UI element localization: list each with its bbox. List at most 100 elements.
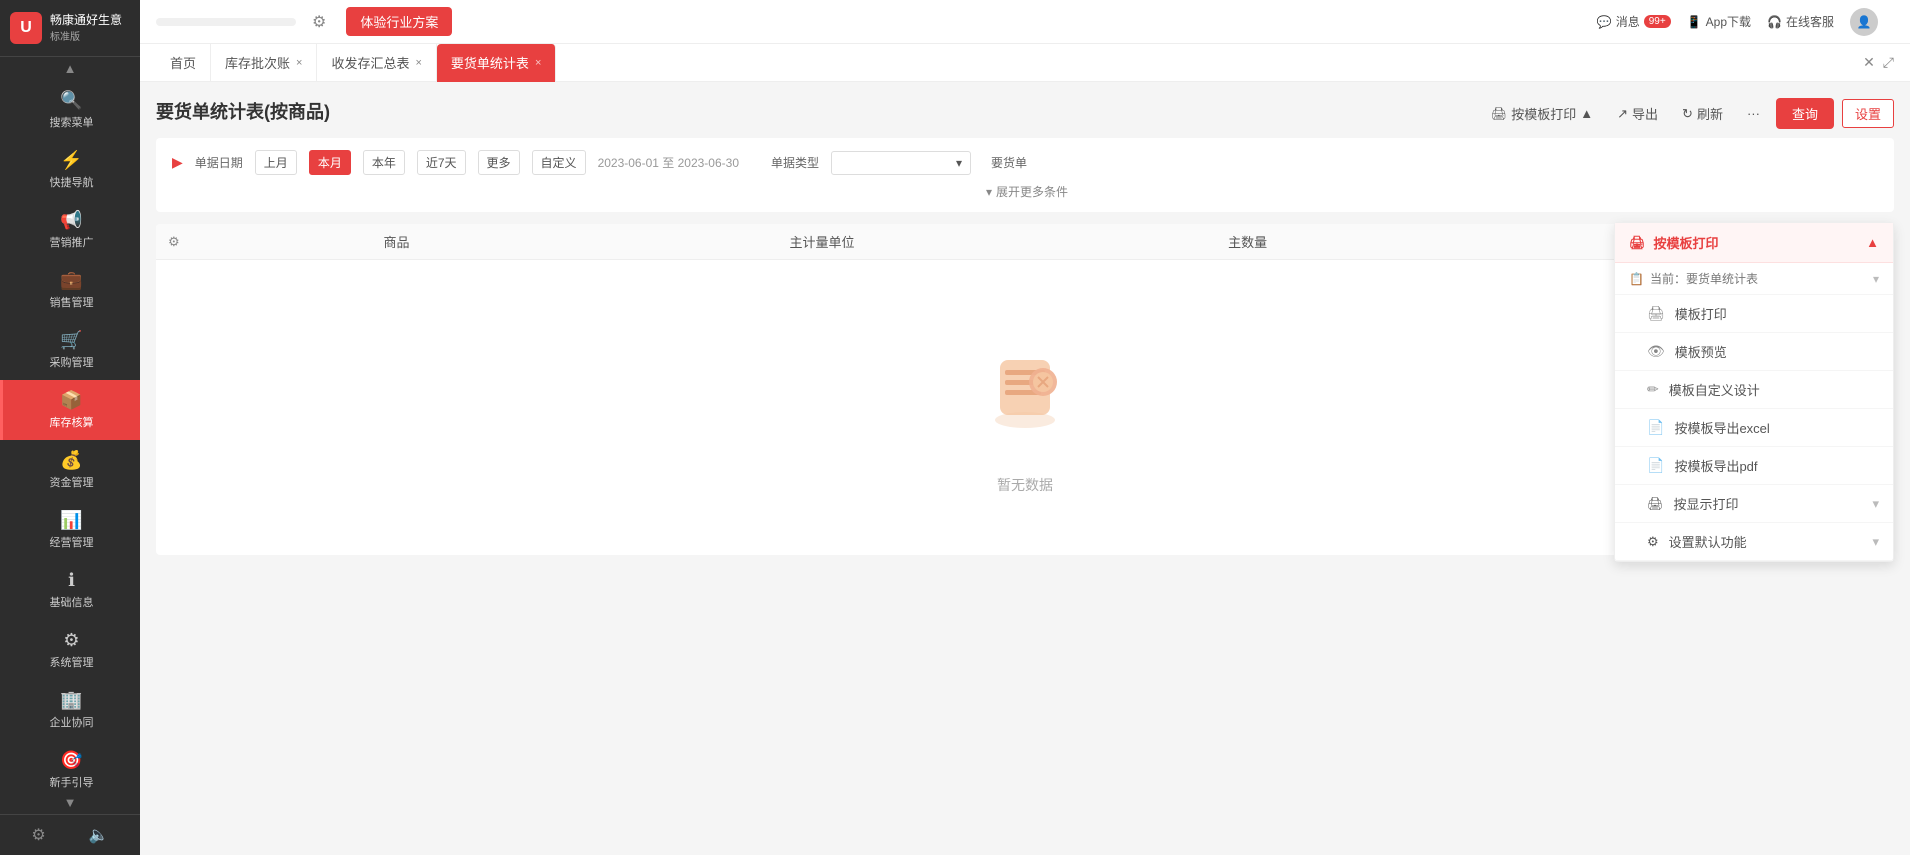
- basic-icon: ℹ: [68, 570, 75, 591]
- dropdown-item-export-pdf[interactable]: 📄 按模板导出pdf: [1615, 447, 1893, 485]
- scroll-down-btn[interactable]: ▼: [0, 791, 140, 814]
- expand-more-btn[interactable]: ▾ 展开更多条件: [982, 183, 1068, 200]
- date-range-display: 2023-06-01 至 2023-06-30: [598, 154, 739, 171]
- collapse-filter-icon[interactable]: ▶: [172, 154, 183, 171]
- settings-button[interactable]: 设置: [1842, 99, 1894, 128]
- sidebar-item-basic[interactable]: ℹ 基础信息: [0, 560, 140, 620]
- dropdown-item-template-preview[interactable]: 👁 模板预览: [1615, 333, 1893, 371]
- tab-inventory-batch-close[interactable]: ×: [296, 57, 302, 69]
- more-btn[interactable]: ···: [1739, 102, 1768, 125]
- tab-order-stats[interactable]: 要货单统计表 ×: [437, 44, 556, 82]
- sidebar-item-guide[interactable]: 🎯 新手引导: [0, 740, 140, 791]
- app-download-btn[interactable]: 📱 App下载: [1687, 13, 1751, 30]
- template-design-icon: ✏: [1647, 381, 1659, 398]
- template-icon: 📋: [1629, 272, 1644, 286]
- sidebar-item-marketing[interactable]: 📢 营销推广: [0, 200, 140, 260]
- search-icon: 🔍: [60, 90, 82, 111]
- sidebar-item-label: 经营管理: [50, 534, 94, 550]
- default-func-icon: ⚙: [1647, 534, 1659, 550]
- app-download-label: App下载: [1706, 13, 1751, 30]
- current-template-label: 当前：要货单统计表: [1650, 270, 1758, 287]
- sidebar-item-inventory[interactable]: 📦 库存核算: [0, 380, 140, 440]
- tab-inventory-batch[interactable]: 库存批次账 ×: [211, 44, 317, 82]
- page-area: 要货单统计表(按商品) ▶ 单据日期 上月 本月 本年 近7天 更多 自定义 2…: [140, 82, 1910, 855]
- dropdown-title-text: 按模板打印: [1654, 233, 1719, 252]
- settings-icon[interactable]: ⚙: [31, 825, 45, 845]
- action-bar: 🖨 按模板打印 ▲ ↗ 导出 ↻ 刷新 ··· 查询 设置: [1483, 98, 1894, 129]
- sidebar-bottom: ⚙ 🔈: [0, 814, 140, 855]
- purchase-icon: 🛒: [60, 330, 82, 351]
- date-label: 单据日期: [195, 154, 243, 171]
- header-right: 💬 消息 99+ 📱 App下载 🎧 在线客服 👤: [1597, 8, 1894, 36]
- sidebar-item-system[interactable]: ⚙ 系统管理: [0, 620, 140, 680]
- settings-gear-icon[interactable]: ⚙: [312, 12, 326, 32]
- refresh-label: 刷新: [1697, 104, 1723, 123]
- export-icon: ↗: [1617, 106, 1628, 122]
- print-template-btn[interactable]: 🖨 按模板打印 ▲: [1483, 100, 1601, 127]
- col-qty: 主数量: [1039, 232, 1457, 251]
- sidebar-item-quick-nav[interactable]: ⚡ 快捷导航: [0, 140, 140, 200]
- online-service-label: 在线客服: [1786, 13, 1834, 30]
- date-btn-custom[interactable]: 自定义: [532, 150, 586, 175]
- dropdown-item-export-excel[interactable]: 📄 按模板导出excel: [1615, 409, 1893, 447]
- sidebar-item-enterprise[interactable]: 🏢 企业协同: [0, 680, 140, 740]
- sidebar-item-finance[interactable]: 💰 资金管理: [0, 440, 140, 500]
- export-btn[interactable]: ↗ 导出: [1609, 100, 1666, 127]
- date-btn-this-month[interactable]: 本月: [309, 150, 351, 175]
- sidebar-item-search[interactable]: 🔍 搜索菜单: [0, 80, 140, 140]
- dropdown-item-template-print[interactable]: 🖨 模板打印: [1615, 295, 1893, 333]
- sidebar-item-label: 资金管理: [50, 474, 94, 490]
- refresh-btn[interactable]: ↻ 刷新: [1674, 100, 1731, 127]
- dropdown-header[interactable]: 🖨 按模板打印 ▲: [1615, 223, 1893, 263]
- date-btn-last7days[interactable]: 近7天: [417, 150, 466, 175]
- sidebar-item-business[interactable]: 📊 经营管理: [0, 500, 140, 560]
- dropdown-collapse-icon[interactable]: ▲: [1866, 235, 1879, 250]
- export-pdf-icon: 📄: [1647, 457, 1664, 474]
- speaker-icon[interactable]: 🔈: [89, 825, 109, 845]
- date-btn-this-year[interactable]: 本年: [363, 150, 405, 175]
- maximize-icon[interactable]: ⤢: [1883, 54, 1894, 71]
- current-template-row: 📋 当前：要货单统计表 ▾: [1615, 263, 1893, 295]
- sidebar: U 畅康通好生意 标准版 ▲ 🔍 搜索菜单 ⚡ 快捷导航 📢 营销推广 💼 销售…: [0, 0, 140, 855]
- header-search-bar: [156, 18, 296, 26]
- tab-home[interactable]: 首页: [156, 44, 211, 82]
- display-print-left: 🖨 按显示打印: [1647, 494, 1739, 513]
- tab-home-label: 首页: [170, 53, 196, 72]
- user-avatar[interactable]: 👤: [1850, 8, 1878, 36]
- tab-expand-area: ✕ ⤢: [1863, 54, 1894, 71]
- sidebar-item-sales[interactable]: 💼 销售管理: [0, 260, 140, 320]
- dropdown-sub-display-print[interactable]: 🖨 按显示打印 ▾: [1615, 485, 1893, 523]
- export-label: 导出: [1632, 104, 1658, 123]
- message-badge: 99+: [1644, 15, 1671, 28]
- tab-order-stats-close[interactable]: ×: [535, 57, 541, 69]
- guide-icon: 🎯: [60, 750, 82, 771]
- query-btn[interactable]: 查询: [1776, 98, 1834, 129]
- tab-receipts-summary-close[interactable]: ×: [415, 57, 421, 69]
- sidebar-item-purchase[interactable]: 🛒 采购管理: [0, 320, 140, 380]
- sidebar-item-label: 新手引导: [50, 774, 94, 790]
- app-download-icon: 📱: [1687, 15, 1702, 29]
- scroll-up-btn[interactable]: ▲: [0, 57, 140, 80]
- current-template-left: 📋 当前：要货单统计表: [1629, 270, 1758, 287]
- order-type-label: 单据类型: [771, 154, 819, 171]
- chevron-down-icon: ▾: [956, 156, 962, 170]
- enterprise-icon: 🏢: [60, 690, 82, 711]
- app-version: 标准版: [50, 28, 122, 43]
- dropdown-sub-default-func[interactable]: ⚙ 设置默认功能 ▾: [1615, 523, 1893, 561]
- trial-button[interactable]: 体验行业方案: [346, 7, 452, 36]
- sidebar-item-label: 系统管理: [50, 654, 94, 670]
- date-btn-last-month[interactable]: 上月: [255, 150, 297, 175]
- dropdown-item-template-design[interactable]: ✏ 模板自定义设计: [1615, 371, 1893, 409]
- top-header: ⚙ 体验行业方案 💬 消息 99+ 📱 App下载 🎧 在线客服 👤: [140, 0, 1910, 44]
- date-btn-more[interactable]: 更多: [478, 150, 520, 175]
- online-service-btn[interactable]: 🎧 在线客服: [1767, 13, 1834, 30]
- tab-receipts-summary[interactable]: 收发存汇总表 ×: [317, 44, 436, 82]
- table-settings-icon[interactable]: ⚙: [168, 234, 180, 250]
- sidebar-item-label: 基础信息: [50, 594, 94, 610]
- app-name: 畅康通好生意: [50, 13, 122, 29]
- message-btn[interactable]: 💬 消息 99+: [1597, 13, 1671, 30]
- order-type-select[interactable]: ▾: [831, 151, 971, 175]
- printer-icon: 🖨: [1491, 106, 1508, 122]
- close-tab-icon[interactable]: ✕: [1863, 54, 1875, 71]
- dropdown-item-label: 模板打印: [1675, 304, 1727, 323]
